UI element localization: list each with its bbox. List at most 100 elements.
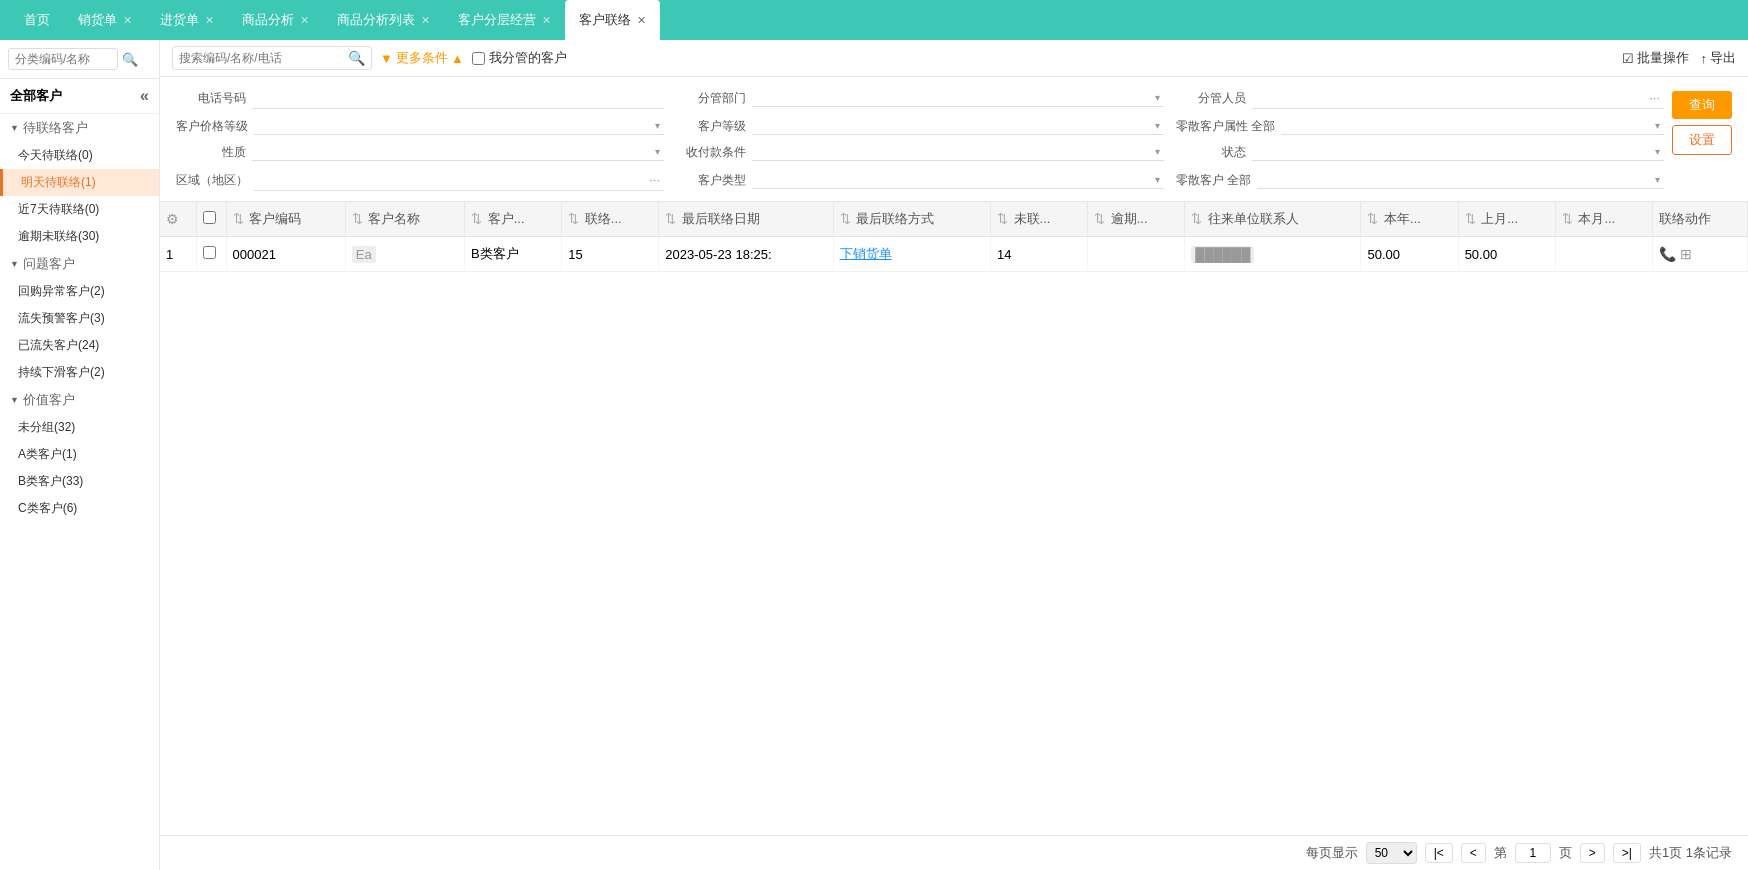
nav-home[interactable]: 首页 [10, 0, 64, 40]
filter-customer-type-select[interactable]: ▾ [752, 171, 1164, 189]
col-actions: 联络动作 [1652, 202, 1747, 237]
sort-icon: ⇅ [1562, 211, 1573, 226]
row-type: B类客户 [465, 237, 562, 272]
first-page-button[interactable]: |< [1425, 843, 1453, 863]
col-contact-num-label: 联络... [585, 211, 622, 226]
total-label: 共1页 1条记录 [1649, 844, 1732, 862]
col-overdue[interactable]: ⇅ 逾期... [1088, 202, 1185, 237]
sort-icon: ⇅ [352, 211, 363, 226]
col-name[interactable]: ⇅ 客户名称 [345, 202, 464, 237]
gear-icon[interactable]: ⚙ [166, 211, 179, 227]
filter-customer-level: 客户等级 ▾ [676, 117, 1164, 135]
sidebar-item-class-c[interactable]: C类客户(6) [0, 495, 159, 522]
row-last-month: 50.00 [1458, 237, 1555, 272]
query-button[interactable]: 查询 [1672, 91, 1732, 119]
col-contact-num[interactable]: ⇅ 联络... [562, 202, 659, 237]
sidebar-item-class-a[interactable]: A类客户(1) [0, 441, 159, 468]
filter-dept-label: 分管部门 [676, 90, 746, 107]
row-select-checkbox[interactable] [203, 246, 216, 259]
last-page-button[interactable]: >| [1613, 843, 1641, 863]
sidebar-item-churned[interactable]: 已流失客户(24) [0, 332, 159, 359]
sort-icon: ⇅ [1465, 211, 1476, 226]
sidebar-all-customers[interactable]: 全部客户 « [0, 79, 159, 114]
filter-phone-input[interactable] [252, 88, 664, 109]
sidebar-item-7days[interactable]: 近7天待联络(0) [0, 196, 159, 223]
filter-region-dots[interactable]: ··· [649, 172, 660, 187]
row-unlink-days: 14 [990, 237, 1087, 272]
sidebar-item-tomorrow[interactable]: 明天待联络(1) [0, 169, 159, 196]
nav-customer-layer[interactable]: 客户分层经营 ✕ [444, 0, 565, 40]
batch-action[interactable]: ☑ 批量操作 [1622, 49, 1689, 67]
sort-icon: ⇅ [1191, 211, 1202, 226]
filter-person-dots[interactable]: ··· [1649, 90, 1660, 105]
col-code-label: 客户编码 [249, 211, 301, 226]
sidebar-item-declining[interactable]: 持续下滑客户(2) [0, 359, 159, 386]
col-gear[interactable]: ⚙ [160, 202, 196, 237]
nav-analysis-list[interactable]: 商品分析列表 ✕ [323, 0, 444, 40]
prev-page-button[interactable]: < [1461, 843, 1486, 863]
collapse-icon[interactable]: « [140, 87, 149, 105]
select-all-checkbox[interactable] [203, 211, 216, 224]
close-icon[interactable]: ✕ [300, 14, 309, 27]
col-last-date[interactable]: ⇅ 最后联络日期 [659, 202, 833, 237]
filter-customer-type: 客户类型 ▾ [676, 171, 1164, 189]
export-action[interactable]: ↑ 导出 [1701, 49, 1737, 67]
row-action-menu[interactable]: ⊞ [1680, 246, 1692, 262]
main-layout: 🔍 全部客户 « 待联络客户 今天待联络(0) 明天待联络(1) 近7天待联络(… [0, 40, 1748, 870]
set-button[interactable]: 设置 [1672, 125, 1732, 155]
sidebar-item-repurchase[interactable]: 回购异常客户(2) [0, 278, 159, 305]
sidebar-search-input[interactable] [8, 48, 118, 70]
sort-icon: ⇅ [997, 211, 1008, 226]
customer-table: ⚙ ⇅ 客户编码 ⇅ 客户名称 [160, 202, 1748, 272]
col-this-year[interactable]: ⇅ 本年... [1361, 202, 1458, 237]
toolbar: 🔍 ▼ 更多条件 ▲ 我分管的客户 ☑ 批量操作 ↑ 导出 [160, 40, 1748, 77]
more-filter-button[interactable]: ▼ 更多条件 ▲ [380, 49, 464, 67]
close-icon[interactable]: ✕ [123, 14, 132, 27]
page-number-input[interactable] [1515, 843, 1551, 863]
next-page-button[interactable]: > [1580, 843, 1605, 863]
nav-analysis[interactable]: 商品分析 ✕ [228, 0, 323, 40]
filter-retail-customer-select[interactable]: ▾ [1257, 171, 1664, 189]
filter-status-select[interactable]: ▾ [1252, 143, 1664, 161]
filter-retail-attr-select[interactable]: ▾ [1281, 117, 1664, 135]
last-way-link[interactable]: 下销货单 [840, 246, 892, 261]
search-button[interactable]: 🔍 [348, 50, 365, 66]
filter-region: 区域（地区） ··· [176, 169, 664, 191]
filter-payment-select[interactable]: ▾ [752, 143, 1164, 161]
col-last-way[interactable]: ⇅ 最后联络方式 [833, 202, 990, 237]
row-code: 000021 [226, 237, 345, 272]
col-type[interactable]: ⇅ 客户... [465, 202, 562, 237]
col-last-month[interactable]: ⇅ 上月... [1458, 202, 1555, 237]
filter-dept-select[interactable]: ▾ [752, 89, 1164, 107]
sidebar-item-today[interactable]: 今天待联络(0) [0, 142, 159, 169]
close-icon[interactable]: ✕ [542, 14, 551, 27]
chevron-down-icon: ▾ [1655, 146, 1660, 157]
nav-customer-contact[interactable]: 客户联络 ✕ [565, 0, 660, 40]
row-link-person: ██████ [1185, 237, 1361, 272]
close-icon[interactable]: ✕ [637, 14, 646, 27]
table-header-row: ⚙ ⇅ 客户编码 ⇅ 客户名称 [160, 202, 1748, 237]
search-input[interactable] [179, 51, 348, 65]
col-this-month[interactable]: ⇅ 本月... [1555, 202, 1652, 237]
filter-nature-select[interactable]: ▾ [252, 143, 664, 161]
filter-price-level-select[interactable]: ▾ [254, 117, 664, 135]
my-customer-check[interactable] [472, 52, 485, 65]
filter-retail-attr: 零散客户属性 全部 ▾ [1176, 117, 1664, 135]
nav-purchase[interactable]: 进货单 ✕ [146, 0, 228, 40]
close-icon[interactable]: ✕ [205, 14, 214, 27]
col-unlink[interactable]: ⇅ 未联... [990, 202, 1087, 237]
col-code[interactable]: ⇅ 客户编码 [226, 202, 345, 237]
sidebar-item-ungrouped[interactable]: 未分组(32) [0, 414, 159, 441]
sidebar-item-overdue[interactable]: 逾期未联络(30) [0, 223, 159, 250]
col-link-person[interactable]: ⇅ 往来单位联系人 [1185, 202, 1361, 237]
my-customer-checkbox[interactable]: 我分管的客户 [472, 49, 567, 67]
filter-customer-level-select[interactable]: ▾ [752, 117, 1164, 135]
sidebar-item-class-b[interactable]: B类客户(33) [0, 468, 159, 495]
filter-retail-customer-label: 零散客户 全部 [1176, 172, 1251, 189]
row-action-call[interactable]: 📞 [1659, 246, 1676, 262]
per-page-select[interactable]: 50 100 200 [1366, 842, 1417, 864]
search-icon[interactable]: 🔍 [122, 52, 138, 67]
nav-sales[interactable]: 销货单 ✕ [64, 0, 146, 40]
sidebar-item-churn-warn[interactable]: 流失预警客户(3) [0, 305, 159, 332]
close-icon[interactable]: ✕ [421, 14, 430, 27]
